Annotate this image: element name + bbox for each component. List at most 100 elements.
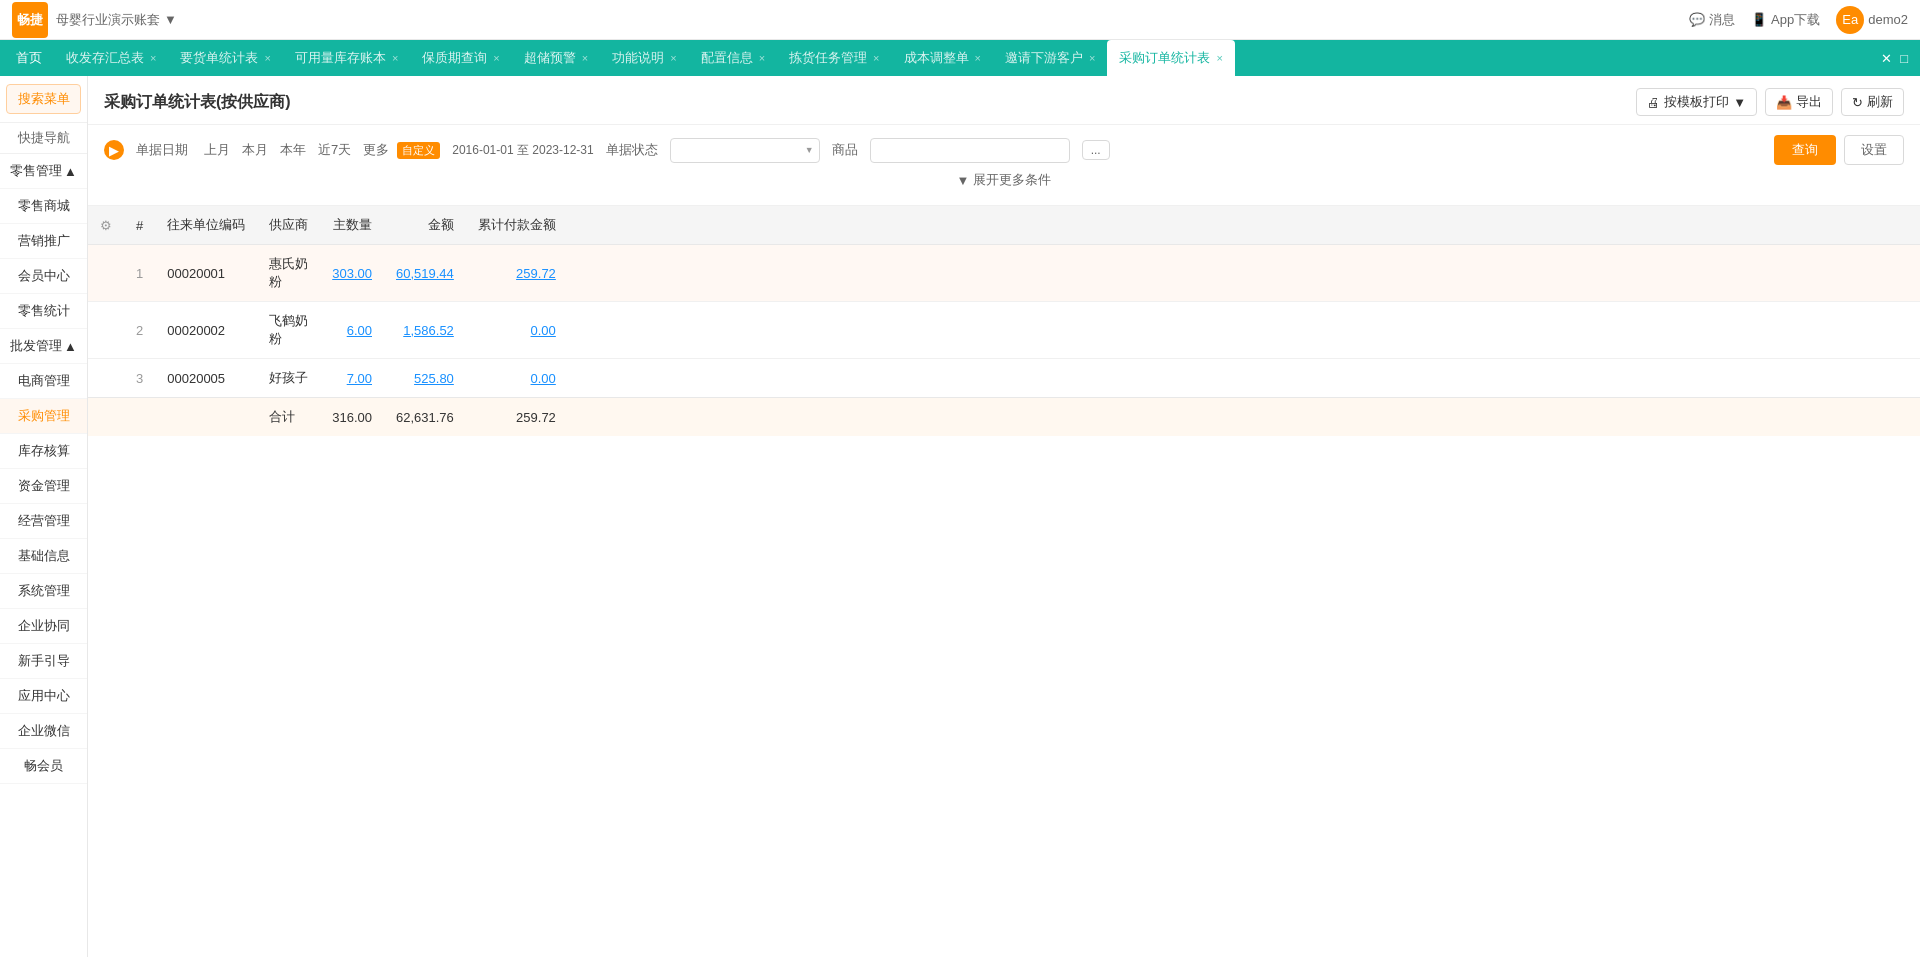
tab-collect-pay[interactable]: 收发存汇总表 × (54, 40, 168, 76)
app-download-link[interactable]: 📱 App下载 (1751, 11, 1820, 29)
row1-extra (568, 245, 1920, 302)
tab-purchase-stats[interactable]: 采购订单统计表 × (1107, 40, 1234, 76)
close-tab-purchase-stats[interactable]: × (1216, 52, 1222, 64)
sidebar-item-wechat[interactable]: 企业微信 (0, 714, 87, 749)
tab-inventory-book[interactable]: 可用量库存账本 × (283, 40, 410, 76)
sidebar-item-app-center[interactable]: 应用中心 (0, 679, 87, 714)
sidebar-item-enterprise[interactable]: 企业协同 (0, 609, 87, 644)
sidebar-item-ecommerce[interactable]: 电商管理 (0, 364, 87, 399)
retail-arrow-icon: ▲ (64, 164, 77, 179)
tab-pick-task[interactable]: 拣货任务管理 × (777, 40, 891, 76)
col-settings[interactable]: ⚙ (88, 206, 124, 245)
search-menu-button[interactable]: 搜索菜单 (6, 84, 81, 114)
date-shortcuts: 上月 本月 本年 近7天 更多 自定义 (200, 139, 440, 161)
row3-quantity[interactable]: 7.00 (320, 359, 384, 398)
nav-tabs-end: ✕ □ (1873, 51, 1916, 66)
row2-amount[interactable]: 1,586.52 (384, 302, 466, 359)
query-button[interactable]: 查询 (1774, 135, 1836, 165)
close-tab-collect-pay[interactable]: × (150, 52, 156, 64)
col-quantity: 主数量 (320, 206, 384, 245)
tab-home[interactable]: 首页 (4, 40, 54, 76)
tab-warranty-query[interactable]: 保质期查询 × (410, 40, 511, 76)
row1-paid[interactable]: 259.72 (466, 245, 568, 302)
sidebar-item-member2[interactable]: 畅会员 (0, 749, 87, 784)
close-tab-inventory-book[interactable]: × (392, 52, 398, 64)
col-extra (568, 206, 1920, 245)
tab-cost-adjust[interactable]: 成本调整单 × (892, 40, 993, 76)
row2-settings (88, 302, 124, 359)
sidebar-item-retail-stats[interactable]: 零售统计 (0, 294, 87, 329)
col-supplier: 供应商 (257, 206, 320, 245)
sidebar-item-operation[interactable]: 经营管理 (0, 504, 87, 539)
close-tab-pick-task[interactable]: × (873, 52, 879, 64)
row2-quantity[interactable]: 6.00 (320, 302, 384, 359)
sidebar-item-retail[interactable]: 零售管理 ▲ (0, 154, 87, 189)
row3-paid[interactable]: 0.00 (466, 359, 568, 398)
sidebar-item-basic[interactable]: 基础信息 (0, 539, 87, 574)
close-window-icon[interactable]: ✕ (1881, 51, 1892, 66)
user-info[interactable]: Ea demo2 (1836, 6, 1908, 34)
sidebar-item-finance[interactable]: 资金管理 (0, 469, 87, 504)
sidebar-item-member[interactable]: 会员中心 (0, 259, 87, 294)
sidebar-item-wholesale[interactable]: 批发管理 ▲ (0, 329, 87, 364)
close-tab-goods-stats[interactable]: × (264, 52, 270, 64)
page-actions: 🖨 按模板打印 ▼ 📥 导出 ↻ 刷新 (1636, 88, 1904, 116)
date-shortcut-this-month[interactable]: 本月 (238, 139, 272, 161)
close-tab-config-info[interactable]: × (759, 52, 765, 64)
sidebar-item-newbie[interactable]: 新手引导 (0, 644, 87, 679)
close-tab-warranty-query[interactable]: × (493, 52, 499, 64)
goods-ellipsis-button[interactable]: ... (1082, 140, 1110, 160)
sidebar-item-system[interactable]: 系统管理 (0, 574, 87, 609)
settings-button[interactable]: 设置 (1844, 135, 1904, 165)
column-settings-icon[interactable]: ⚙ (100, 218, 112, 233)
filter-toggle-button[interactable]: ▶ (104, 140, 124, 160)
close-tab-invite-customer[interactable]: × (1089, 52, 1095, 64)
close-tab-cost-adjust[interactable]: × (975, 52, 981, 64)
more-filters-toggle[interactable]: ▼ 展开更多条件 (104, 165, 1904, 195)
close-tab-function-desc[interactable]: × (670, 52, 676, 64)
custom-date-badge[interactable]: 自定义 (397, 142, 440, 159)
tab-invite-customer[interactable]: 邀请下游客户 × (993, 40, 1107, 76)
date-shortcut-more[interactable]: 更多 (359, 139, 393, 161)
close-tab-overstock-warning[interactable]: × (582, 52, 588, 64)
goods-filter-label: 商品 (832, 141, 858, 159)
date-shortcut-last-month[interactable]: 上月 (200, 139, 234, 161)
row2-paid[interactable]: 0.00 (466, 302, 568, 359)
footer-paid: 259.72 (466, 398, 568, 437)
print-button[interactable]: 🖨 按模板打印 ▼ (1636, 88, 1757, 116)
tab-function-desc[interactable]: 功能说明 × (600, 40, 688, 76)
date-range-display: 2016-01-01 至 2023-12-31 (452, 142, 593, 159)
row1-amount[interactable]: 60,519.44 (384, 245, 466, 302)
tab-goods-stats[interactable]: 要货单统计表 × (168, 40, 282, 76)
tab-config-info[interactable]: 配置信息 × (689, 40, 777, 76)
row3-amount[interactable]: 525.80 (384, 359, 466, 398)
date-shortcut-7days[interactable]: 近7天 (314, 139, 355, 161)
date-shortcut-this-year[interactable]: 本年 (276, 139, 310, 161)
refresh-button[interactable]: ↻ 刷新 (1841, 88, 1904, 116)
tab-overstock-warning[interactable]: 超储预警 × (512, 40, 600, 76)
row1-quantity[interactable]: 303.00 (320, 245, 384, 302)
table-body: 1 00020001 惠氏奶粉 303.00 60,519.44 259.72 … (88, 245, 1920, 398)
sidebar-item-retail-mall[interactable]: 零售商城 (0, 189, 87, 224)
message-link[interactable]: 💬 消息 (1689, 11, 1735, 29)
workspace-selector[interactable]: 母婴行业演示账套 ▼ (56, 11, 177, 29)
row2-code: 00020002 (155, 302, 257, 359)
purchase-stats-table: ⚙ # 往来单位编码 供应商 主数量 金额 累计付款金额 (88, 206, 1920, 436)
table-row: 1 00020001 惠氏奶粉 303.00 60,519.44 259.72 (88, 245, 1920, 302)
filter-right-actions: 查询 设置 (1774, 135, 1904, 165)
status-select[interactable] (670, 138, 820, 163)
workspace-arrow-icon: ▼ (164, 12, 177, 27)
sidebar-item-marketing[interactable]: 营销推广 (0, 224, 87, 259)
export-button[interactable]: 📥 导出 (1765, 88, 1833, 116)
table-header-row: ⚙ # 往来单位编码 供应商 主数量 金额 累计付款金额 (88, 206, 1920, 245)
goods-input[interactable] (870, 138, 1070, 163)
footer-quantity: 316.00 (320, 398, 384, 437)
row3-index: 3 (124, 359, 155, 398)
col-code: 往来单位编码 (155, 206, 257, 245)
restore-window-icon[interactable]: □ (1900, 51, 1908, 66)
quick-nav-button[interactable]: 快捷导航 (0, 123, 87, 154)
top-bar: 畅捷 母婴行业演示账套 ▼ 💬 消息 📱 App下载 Ea demo2 (0, 0, 1920, 40)
sidebar-item-purchase[interactable]: 采购管理 (0, 399, 87, 434)
sidebar-item-inventory[interactable]: 库存核算 (0, 434, 87, 469)
refresh-icon: ↻ (1852, 95, 1863, 110)
